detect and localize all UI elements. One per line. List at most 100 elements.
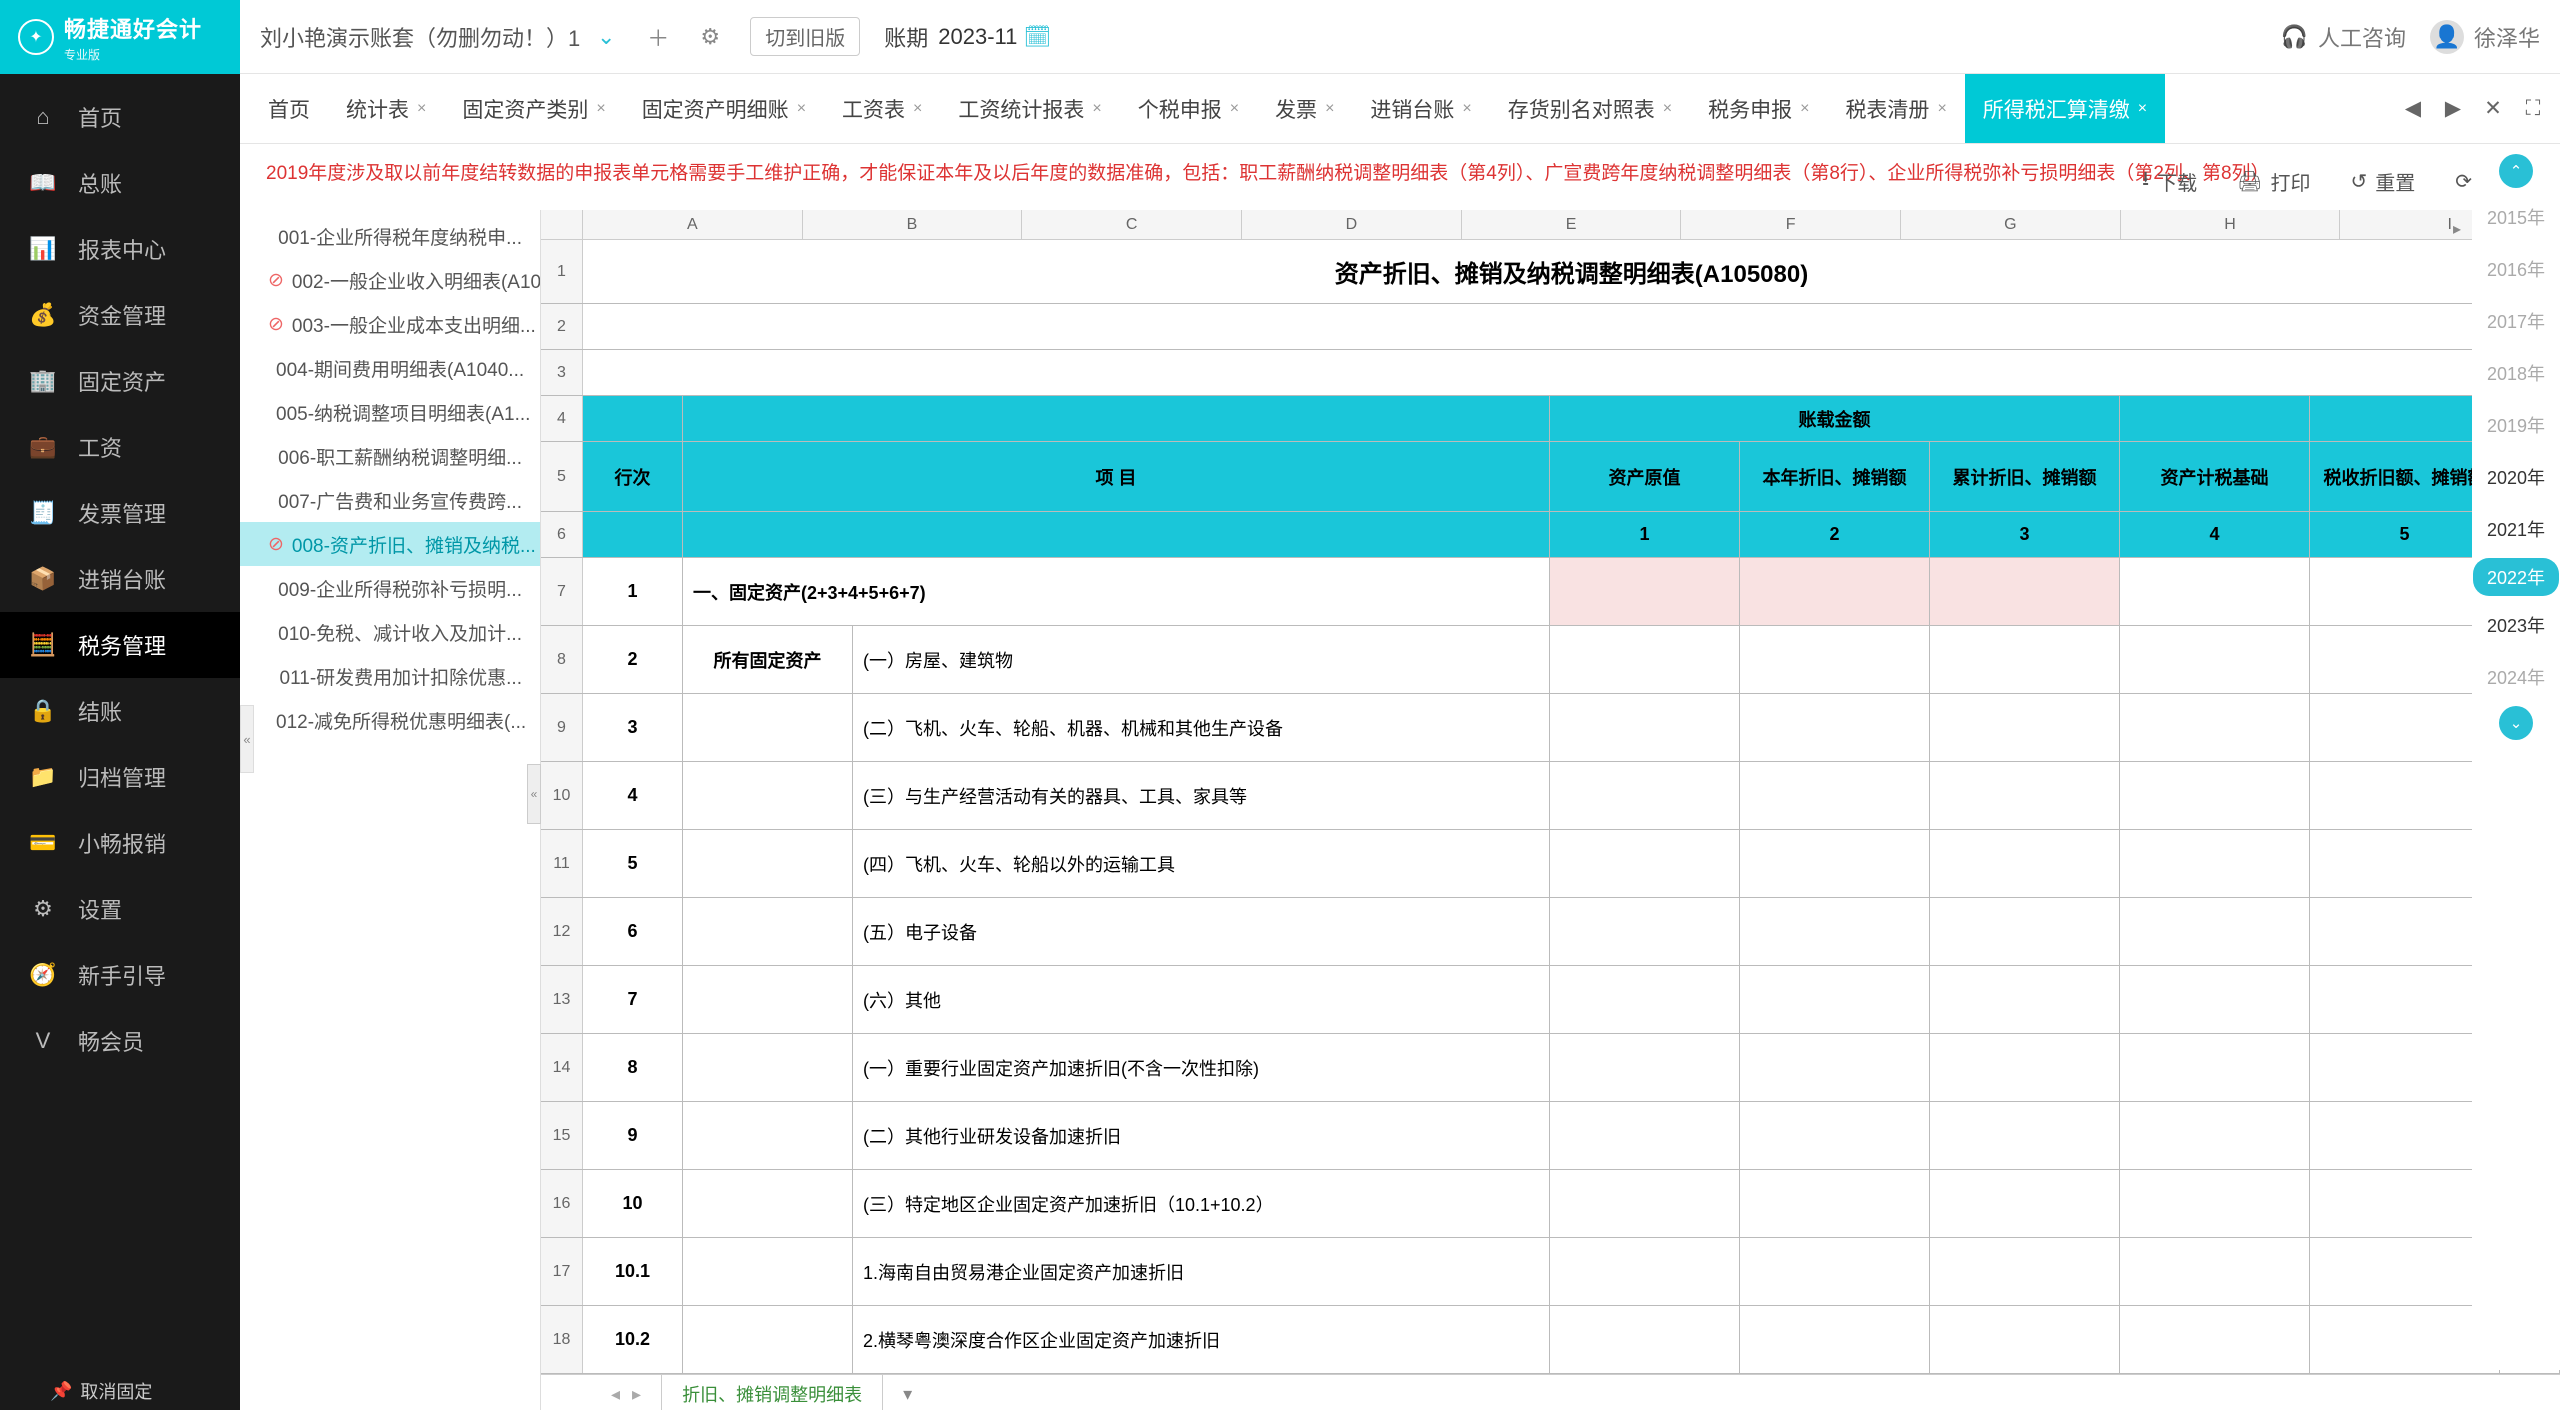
item-cell[interactable]: (一）房屋、建筑物 — [853, 626, 1550, 693]
data-cell[interactable] — [1550, 898, 1740, 965]
row-header[interactable]: 9 — [541, 694, 583, 761]
tab-fullscreen-icon[interactable]: ⛶ — [2516, 92, 2550, 126]
row-header[interactable]: 12 — [541, 898, 583, 965]
data-cell[interactable] — [1550, 558, 1740, 625]
data-cell[interactable] — [1550, 694, 1740, 761]
year-2022年[interactable]: 2022年 — [2473, 558, 2559, 596]
year-scroll-down-icon[interactable]: ⌄ — [2499, 706, 2533, 740]
row-header[interactable]: 11 — [541, 830, 583, 897]
data-cell[interactable] — [1740, 1170, 1930, 1237]
report-item-0[interactable]: 001-企业所得税年度纳税申... — [240, 214, 540, 258]
col-header[interactable]: C — [1022, 210, 1242, 239]
nav-item-1[interactable]: 📖总账 — [0, 150, 240, 216]
tab-close-icon[interactable]: × — [1230, 100, 1239, 118]
row-header[interactable]: 18 — [541, 1306, 583, 1373]
tab-close-icon[interactable]: × — [1092, 100, 1101, 118]
year-2017年[interactable]: 2017年 — [2487, 298, 2545, 344]
tab-close-icon[interactable]: × — [913, 100, 922, 118]
col-header[interactable]: H — [2121, 210, 2341, 239]
item-cell[interactable]: (六）其他 — [853, 966, 1550, 1033]
data-cell[interactable] — [1930, 1306, 2120, 1373]
collapse-sidebar-toggle[interactable]: « — [240, 705, 254, 773]
data-cell[interactable] — [1930, 694, 2120, 761]
report-item-5[interactable]: 006-职工薪酬纳税调整明细... — [240, 434, 540, 478]
period-value[interactable]: 2023-11 — [938, 24, 1017, 50]
data-cell[interactable] — [1740, 626, 1930, 693]
row-header[interactable]: 1 — [541, 240, 583, 303]
report-item-10[interactable]: 011-研发费用加计扣除优惠... — [240, 654, 540, 698]
data-cell[interactable] — [1550, 762, 1740, 829]
data-cell[interactable] — [2120, 1238, 2310, 1305]
row-header[interactable]: 13 — [541, 966, 583, 1033]
data-cell[interactable] — [1930, 966, 2120, 1033]
item-cell[interactable]: 一、固定资产(2+3+4+5+6+7) — [683, 558, 1550, 625]
item-cell[interactable]: (二）其他行业研发设备加速折旧 — [853, 1102, 1550, 1169]
year-2015年[interactable]: 2015年 — [2487, 194, 2545, 240]
data-cell[interactable] — [1740, 898, 1930, 965]
customer-service-button[interactable]: 🎧 人工咨询 — [2281, 21, 2406, 53]
nav-item-13[interactable]: 🧭新手引导 — [0, 942, 240, 1008]
item-cell[interactable]: 2.横琴粤澳深度合作区企业固定资产加速折旧 — [853, 1306, 1550, 1373]
tab-10[interactable]: 税务申报× — [1690, 74, 1827, 143]
nav-item-3[interactable]: 💰资金管理 — [0, 282, 240, 348]
data-cell[interactable] — [1740, 762, 1930, 829]
tab-prev-icon[interactable]: ◀ — [2396, 92, 2430, 126]
add-account-button[interactable]: ＋ — [640, 19, 676, 55]
tab-9[interactable]: 存货别名对照表× — [1490, 74, 1690, 143]
row-header[interactable]: 14 — [541, 1034, 583, 1101]
tab-3[interactable]: 固定资产明细账× — [624, 74, 824, 143]
item-cell[interactable]: (四）飞机、火车、轮船以外的运输工具 — [853, 830, 1550, 897]
data-cell[interactable] — [1740, 830, 1930, 897]
data-cell[interactable] — [1930, 1238, 2120, 1305]
report-item-2[interactable]: ⊘003-一般企业成本支出明细... — [240, 302, 540, 346]
row-header[interactable]: 10 — [541, 762, 583, 829]
data-cell[interactable] — [1740, 558, 1930, 625]
data-cell[interactable] — [1550, 966, 1740, 1033]
nav-item-9[interactable]: 🔒结账 — [0, 678, 240, 744]
tab-close-icon[interactable]: ✕ — [2476, 92, 2510, 126]
collapse-report-list-toggle[interactable]: « — [527, 764, 541, 824]
report-item-3[interactable]: 004-期间费用明细表(A1040... — [240, 346, 540, 390]
nav-item-7[interactable]: 📦进销台账 — [0, 546, 240, 612]
data-cell[interactable] — [1930, 626, 2120, 693]
data-cell[interactable] — [1550, 830, 1740, 897]
row-header[interactable]: 8 — [541, 626, 583, 693]
data-cell[interactable] — [2120, 830, 2310, 897]
data-cell[interactable] — [1550, 1306, 1740, 1373]
account-dropdown-icon[interactable]: ⌄ — [588, 19, 624, 55]
tab-11[interactable]: 税表清册× — [1827, 74, 1964, 143]
row-header[interactable]: 17 — [541, 1238, 583, 1305]
account-settings-icon[interactable]: ⚙ — [692, 19, 728, 55]
row-header[interactable]: 5 — [541, 442, 583, 511]
data-cell[interactable] — [1930, 762, 2120, 829]
report-item-9[interactable]: 010-免税、减计收入及加计... — [240, 610, 540, 654]
tab-close-icon[interactable]: × — [1663, 100, 1672, 118]
year-2021年[interactable]: 2021年 — [2487, 506, 2545, 552]
item-cell[interactable]: (三）特定地区企业固定资产加速折旧（10.1+10.2） — [853, 1170, 1550, 1237]
sheet-tab-prev-icon[interactable]: ◂ — [611, 1384, 620, 1405]
row-header[interactable]: 3 — [541, 350, 583, 395]
year-2016年[interactable]: 2016年 — [2487, 246, 2545, 292]
tab-close-icon[interactable]: × — [1800, 100, 1809, 118]
data-cell[interactable] — [1550, 1238, 1740, 1305]
user-menu[interactable]: 👤 徐泽华 — [2430, 20, 2540, 54]
sheet-tab-next-icon[interactable]: ▸ — [632, 1384, 641, 1405]
year-2019年[interactable]: 2019年 — [2487, 402, 2545, 448]
report-item-4[interactable]: 005-纳税调整项目明细表(A1... — [240, 390, 540, 434]
row-header[interactable]: 16 — [541, 1170, 583, 1237]
item-cell[interactable]: (二）飞机、火车、轮船、机器、机械和其他生产设备 — [853, 694, 1550, 761]
tab-7[interactable]: 发票× — [1257, 74, 1352, 143]
tab-4[interactable]: 工资表× — [824, 74, 940, 143]
data-cell[interactable] — [1930, 558, 2120, 625]
data-cell[interactable] — [2120, 898, 2310, 965]
data-cell[interactable] — [2120, 1034, 2310, 1101]
row-header[interactable]: 4 — [541, 396, 583, 441]
account-name[interactable]: 刘小艳演示账套（勿删勿动！）1 — [260, 21, 580, 53]
col-header[interactable]: E — [1462, 210, 1682, 239]
tab-close-icon[interactable]: × — [1462, 100, 1471, 118]
sheet-tab[interactable]: 折旧、摊销调整明细表 — [661, 1374, 883, 1410]
data-cell[interactable] — [1550, 626, 1740, 693]
year-2023年[interactable]: 2023年 — [2487, 602, 2545, 648]
data-cell[interactable] — [2120, 626, 2310, 693]
data-cell[interactable] — [1930, 1102, 2120, 1169]
